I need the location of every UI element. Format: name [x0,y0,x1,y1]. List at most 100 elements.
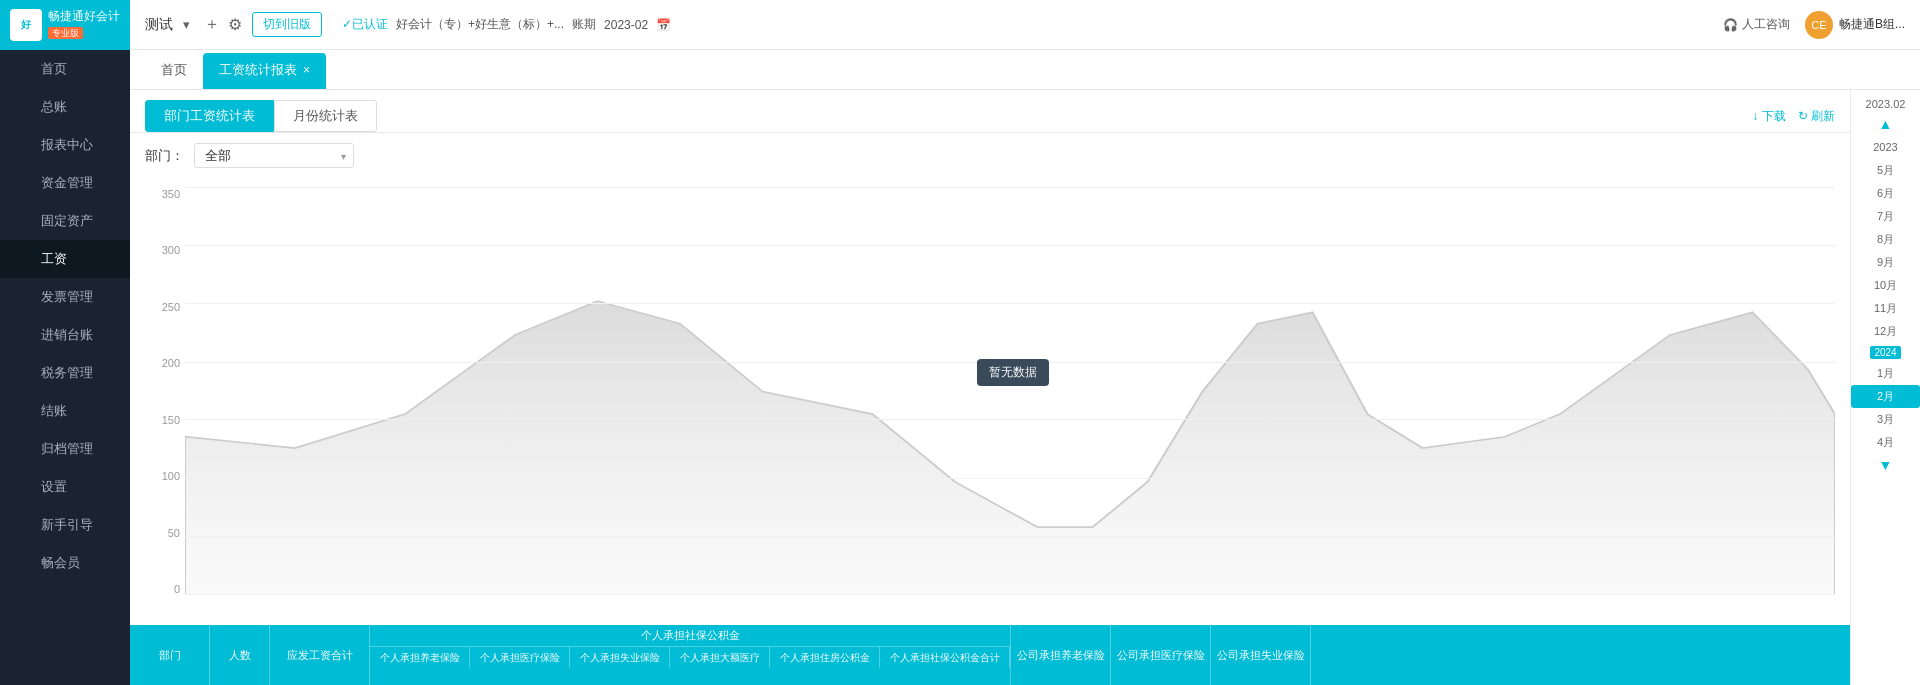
tab-home[interactable]: 首页 [145,53,203,89]
sidebar-label-member: 畅会员 [41,554,80,572]
month-2024-1月[interactable]: 1月 [1851,362,1920,385]
grid-line-50 [185,536,1835,537]
user-section: CE 畅捷通B组... [1805,11,1905,39]
topbar-status: ✓已认证 好会计（专）+好生意（标）+... 账期 2023-02 📅 [342,16,671,33]
month-2023-12月[interactable]: 12月 [1851,320,1920,343]
sidebar-label-assets: 固定资产 [41,212,93,230]
th-sub-个人承担养老保险: 个人承担养老保险 [370,647,470,668]
sidebar-label-sales: 进销台账 [41,326,93,344]
sidebar-item-funds[interactable]: 资金管理 [0,164,130,202]
y-label-150: 150 [145,414,180,426]
y-label-0: 0 [145,583,180,595]
logo-text: 畅捷通好会计 专业版 [48,9,120,40]
sidebar-item-reports[interactable]: 报表中心 [0,126,130,164]
sidebar-item-salary[interactable]: 工资 [0,240,130,278]
sub-tabs: 部门工资统计表 月份统计表 ↓ 下载 ↻ 刷新 [130,90,1850,133]
th-部门: 部门 [130,625,210,685]
y-label-250: 250 [145,301,180,313]
y-label-100: 100 [145,470,180,482]
switch-old-button[interactable]: 切到旧版 [252,12,322,37]
tab-salary-report[interactable]: 工资统计报表 × [203,53,326,89]
topbar: 测试 ▾ ＋ ⚙ 切到旧版 ✓已认证 好会计（专）+好生意（标）+... 账期 … [130,0,1920,50]
content-main: 部门工资统计表 月份统计表 ↓ 下载 ↻ 刷新 部门： 全部 销售部 财务部 行… [130,90,1850,685]
grid-line-150 [185,419,1835,420]
th-extra-公司承担养老保险: 公司承担养老保险 [1011,625,1111,685]
y-label-50: 50 [145,527,180,539]
calendar-icon[interactable]: 📅 [656,18,671,32]
sidebar-label-settings: 设置 [41,478,67,496]
sidebar-item-settings[interactable]: 设置 [0,468,130,506]
sub-tab-month[interactable]: 月份统计表 [274,100,377,132]
logo-icon: 好 [10,9,42,41]
sidebar-label-tax: 税务管理 [41,364,93,382]
sidebar-item-home[interactable]: 首页 [0,50,130,88]
sidebar-label-reports: 报表中心 [41,136,93,154]
th-group-social: 个人承担社保公积金个人承担养老保险个人承担医疗保险个人承担失业保险个人承担大额医… [370,625,1011,685]
topbar-right: 🎧 人工咨询 CE 畅捷通B组... [1723,11,1905,39]
company-dropdown-icon[interactable]: ▾ [183,17,190,32]
dept-filter-label: 部门： [145,147,184,165]
month-2023-5月[interactable]: 5月 [1851,159,1920,182]
year-header-2023: 2023 [1851,135,1920,159]
chart-container: 050100150200250300350 [130,178,1850,625]
sidebar-label-ledger: 总账 [41,98,67,116]
month-2023-7月[interactable]: 7月 [1851,205,1920,228]
table-header: 部门人数应发工资合计个人承担社保公积金个人承担养老保险个人承担医疗保险个人承担失… [130,625,1850,685]
sidebar-label-salary: 工资 [41,250,67,268]
th-应发工资合计: 应发工资合计 [270,625,370,685]
month-2023-8月[interactable]: 8月 [1851,228,1920,251]
chart-area: 暂无数据 [185,188,1835,595]
grid-line-100 [185,478,1835,479]
sidebar-item-archive[interactable]: 归档管理 [0,430,130,468]
month-2023-11月[interactable]: 11月 [1851,297,1920,320]
user-name: 畅捷通B组... [1839,16,1905,33]
sidebar-label-home: 首页 [41,60,67,78]
sidebar-item-member[interactable]: 畅会员 [0,544,130,582]
y-label-200: 200 [145,357,180,369]
sidebar-label-archive: 归档管理 [41,440,93,458]
avatar: CE [1805,11,1833,39]
th-人数: 人数 [210,625,270,685]
grid-line-300 [185,245,1835,246]
sidebar-item-tax[interactable]: 税务管理 [0,354,130,392]
year-up-nav[interactable]: ▲ [1876,113,1896,135]
th-group-label: 个人承担社保公积金 [370,625,1010,647]
th-sub-个人承担住房公积金: 个人承担住房公积金 [770,647,880,668]
month-2024-3月[interactable]: 3月 [1851,408,1920,431]
download-button[interactable]: ↓ 下载 [1752,108,1785,125]
month-2023-9月[interactable]: 9月 [1851,251,1920,274]
current-year-display: 2023.02 [1861,95,1911,113]
y-label-300: 300 [145,244,180,256]
grid-line-350 [185,187,1835,188]
sub-tab-dept[interactable]: 部门工资统计表 [145,100,274,132]
sidebar-item-ledger[interactable]: 总账 [0,88,130,126]
month-2023-6月[interactable]: 6月 [1851,182,1920,205]
month-2023-10月[interactable]: 10月 [1851,274,1920,297]
chart-svg [185,188,1835,595]
gear-icon[interactable]: ⚙ [228,15,242,34]
year-down-nav[interactable]: ▼ [1876,454,1896,476]
sidebar-item-invoice[interactable]: 发票管理 [0,278,130,316]
sidebar-item-settle[interactable]: 结账 [0,392,130,430]
service-button[interactable]: 🎧 人工咨询 [1723,16,1790,33]
sidebar-item-guide[interactable]: 新手引导 [0,506,130,544]
th-sub-个人承担社保公积金合计: 个人承担社保公积金合计 [880,647,1010,668]
dept-select[interactable]: 全部 销售部 财务部 行政部 [194,143,354,168]
month-2024-2月[interactable]: 2月 [1851,385,1920,408]
sub-tabs-left: 部门工资统计表 月份统计表 [145,100,377,132]
year-header-2024: 2024 [1851,343,1920,362]
year-label-2023[interactable]: 2023 [1868,138,1902,156]
main-content: 测试 ▾ ＋ ⚙ 切到旧版 ✓已认证 好会计（专）+好生意（标）+... 账期 … [130,0,1920,685]
refresh-button[interactable]: ↻ 刷新 [1798,108,1835,125]
sidebar-label-funds: 资金管理 [41,174,93,192]
month-2024-4月[interactable]: 4月 [1851,431,1920,454]
year-section-2023: 2023 5月6月7月8月9月10月11月12月 [1851,135,1920,343]
th-sub-个人承担医疗保险: 个人承担医疗保险 [470,647,570,668]
add-icon[interactable]: ＋ [204,14,220,35]
company-name: 测试 [145,16,173,34]
sidebar-item-assets[interactable]: 固定资产 [0,202,130,240]
year-badge-2024: 2024 [1870,346,1900,359]
tab-close-icon[interactable]: × [303,63,310,77]
topbar-actions: ＋ ⚙ [204,14,242,35]
sidebar-item-sales[interactable]: 进销台账 [0,316,130,354]
